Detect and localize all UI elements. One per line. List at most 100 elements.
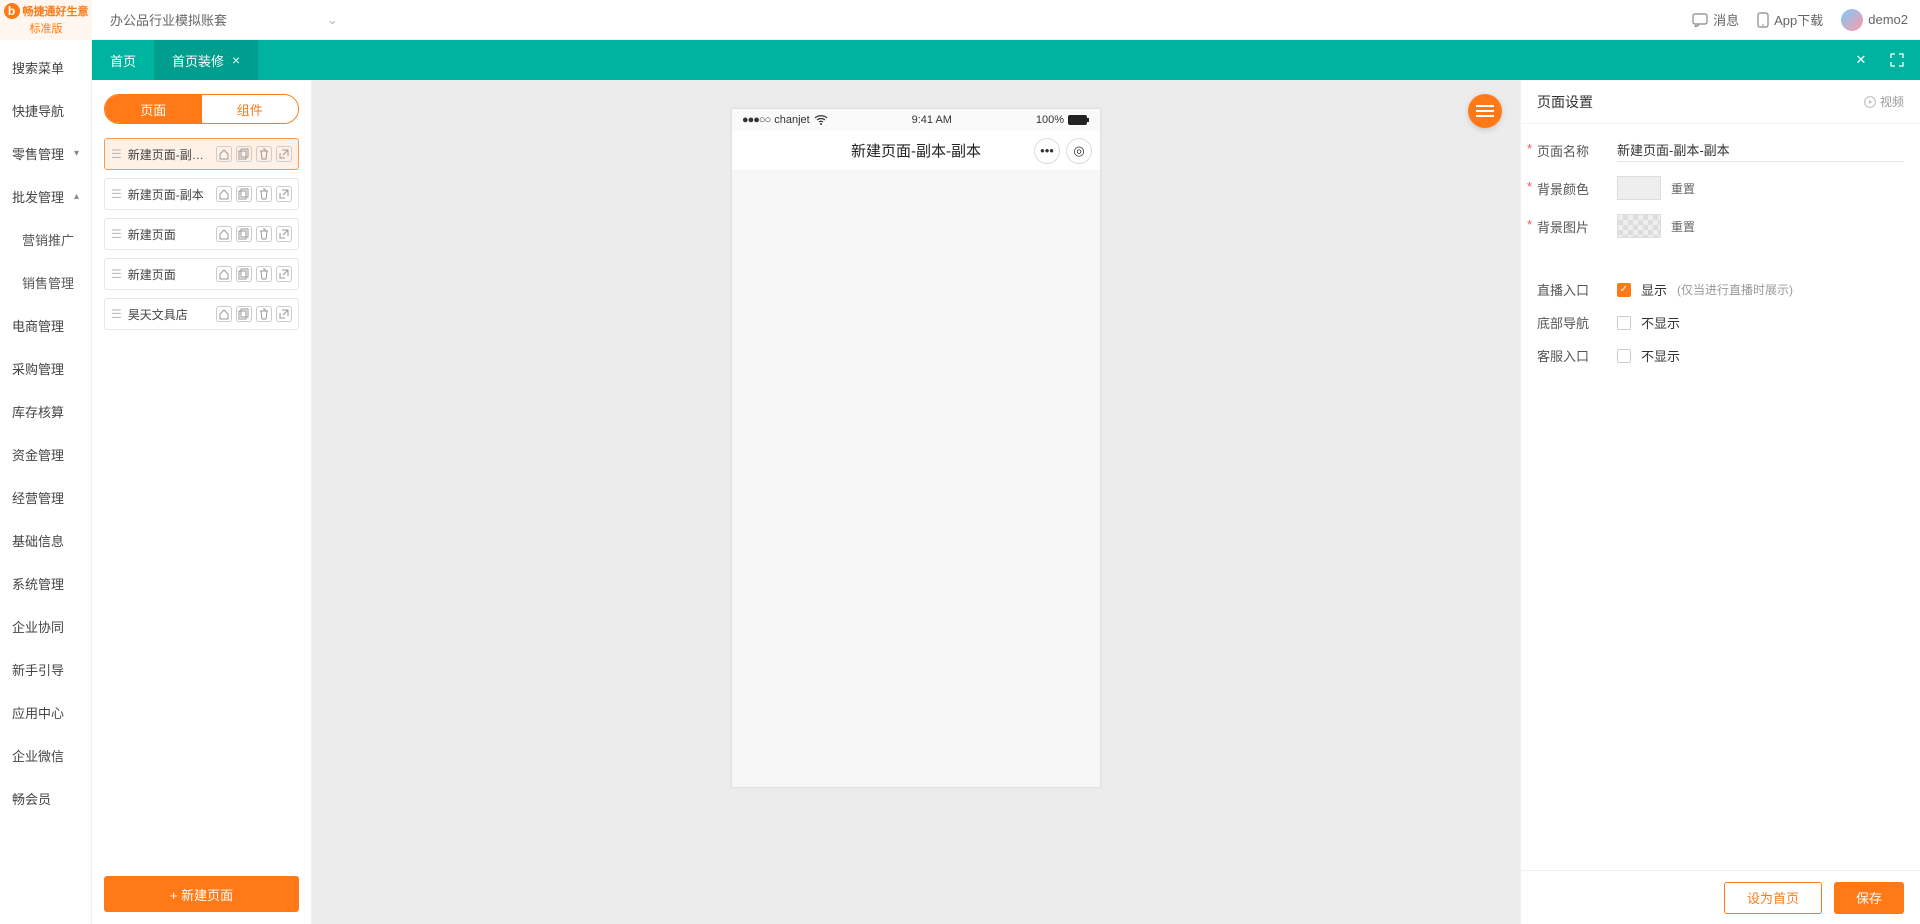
delete-icon[interactable] — [256, 186, 272, 202]
new-page-button[interactable]: + 新建页面 — [104, 876, 299, 912]
sidebar-item[interactable]: 电商管理 — [0, 304, 91, 347]
account-set-name: 办公品行业模拟账套 — [110, 10, 227, 29]
drag-handle-icon[interactable]: ☰ — [111, 267, 122, 281]
sidebar-item[interactable]: 畅会员 — [0, 777, 91, 820]
live-entry-checkbox[interactable]: ✓ — [1617, 283, 1631, 297]
external-link-icon[interactable] — [276, 186, 292, 202]
sidebar-item[interactable]: 营销推广 — [0, 218, 91, 261]
panel-toggle-button[interactable] — [1468, 94, 1502, 128]
video-help-button[interactable]: 视频 — [1864, 93, 1904, 110]
sidebar-item[interactable]: 零售管理▾ — [0, 132, 91, 175]
copy-icon[interactable] — [236, 266, 252, 282]
live-entry-hint: (仅当进行直播时展示) — [1677, 281, 1793, 298]
segment-page[interactable]: 页面 — [105, 95, 202, 123]
topbar-actions: 消息 App下载 demo2 — [1692, 9, 1908, 31]
external-link-icon[interactable] — [276, 306, 292, 322]
brand-name: 畅捷通好生意 — [23, 3, 89, 19]
bg-image-swatch[interactable] — [1617, 214, 1661, 238]
page-list-item[interactable]: ☰新建页面 — [104, 258, 299, 290]
sidebar-item[interactable]: 销售管理 — [0, 261, 91, 304]
sidebar-item-label: 基础信息 — [12, 531, 64, 550]
hamburger-icon — [1476, 110, 1494, 112]
sidebar-item[interactable]: 经营管理 — [0, 476, 91, 519]
phone-time: 9:41 AM — [912, 114, 952, 126]
page-list-item[interactable]: ☰新建页面-副本 — [104, 178, 299, 210]
copy-icon[interactable] — [236, 226, 252, 242]
sidebar-item[interactable]: 应用中心 — [0, 691, 91, 734]
drag-handle-icon[interactable]: ☰ — [111, 307, 122, 321]
phone-body — [732, 171, 1100, 787]
account-set-select[interactable]: 办公品行业模拟账套 ⌄ — [110, 10, 338, 29]
brand-edition: 标准版 — [30, 20, 63, 36]
phone-preview: ●●●○○ chanjet 9:41 AM 100% — [731, 108, 1101, 788]
settings-panel: 页面设置 视频 页面名称 背景颜色 — [1520, 80, 1920, 924]
page-list-item[interactable]: ☰新建页面 — [104, 218, 299, 250]
brand-logo[interactable]: b 畅捷通好生意 标准版 — [0, 0, 92, 40]
copy-icon[interactable] — [236, 306, 252, 322]
signal-dots-icon: ●●●○○ — [742, 114, 770, 126]
set-home-button[interactable]: 设为首页 — [1724, 882, 1822, 914]
miniapp-close-button[interactable]: ◎ — [1066, 138, 1092, 164]
sidebar-item[interactable]: 系统管理 — [0, 562, 91, 605]
sidebar-item[interactable]: 资金管理 — [0, 433, 91, 476]
bg-color-swatch[interactable] — [1617, 176, 1661, 200]
drag-handle-icon[interactable]: ☰ — [111, 227, 122, 241]
tab-label: 首页 — [110, 51, 136, 70]
sidebar-item[interactable]: 新手引导 — [0, 648, 91, 691]
save-button[interactable]: 保存 — [1834, 882, 1904, 914]
home-icon[interactable] — [216, 226, 232, 242]
sidebar-item[interactable]: 库存核算 — [0, 390, 91, 433]
bottom-nav-checkbox[interactable] — [1617, 316, 1631, 330]
delete-icon[interactable] — [256, 146, 272, 162]
sidebar-item-label: 营销推广 — [22, 230, 74, 249]
messages-label: 消息 — [1713, 10, 1739, 29]
home-icon[interactable] — [216, 146, 232, 162]
home-icon[interactable] — [216, 266, 232, 282]
delete-icon[interactable] — [256, 226, 272, 242]
tab-close-button[interactable]: ✕ — [1848, 47, 1874, 73]
avatar — [1841, 9, 1863, 31]
tab[interactable]: 首页 — [92, 40, 154, 80]
tab[interactable]: 首页装修× — [154, 40, 258, 80]
target-icon: ◎ — [1073, 143, 1084, 159]
fullscreen-button[interactable] — [1884, 47, 1910, 73]
page-list-item[interactable]: ☰ 昊天文具店 — [104, 298, 299, 330]
page-item-name: 昊天文具店 — [128, 306, 210, 323]
delete-icon[interactable] — [256, 306, 272, 322]
segment-component[interactable]: 组件 — [202, 95, 299, 123]
phone-title: 新建页面-副本-副本 — [851, 140, 981, 161]
drag-handle-icon[interactable]: ☰ — [111, 147, 122, 161]
sidebar-item[interactable]: 采购管理 — [0, 347, 91, 390]
delete-icon[interactable] — [256, 266, 272, 282]
service-entry-checkbox[interactable] — [1617, 349, 1631, 363]
external-link-icon[interactable] — [276, 226, 292, 242]
home-icon[interactable] — [216, 186, 232, 202]
sidebar-item[interactable]: 批发管理▴ — [0, 175, 91, 218]
drag-handle-icon[interactable]: ☰ — [111, 187, 122, 201]
external-link-icon[interactable] — [276, 146, 292, 162]
tab-close-icon[interactable]: × — [232, 52, 240, 68]
bg-image-reset-button[interactable]: 重置 — [1671, 218, 1695, 235]
sidebar-item[interactable]: 快捷导航 — [0, 89, 91, 132]
sidebar-item[interactable]: 企业协同 — [0, 605, 91, 648]
page-name-input[interactable] — [1617, 138, 1904, 162]
sidebar-item[interactable]: 搜索菜单 — [0, 46, 91, 89]
home-icon[interactable] — [216, 306, 232, 322]
fullscreen-icon — [1890, 53, 1904, 67]
page-list-item[interactable]: ☰新建页面-副本-... — [104, 138, 299, 170]
sidebar-item-label: 企业协同 — [12, 617, 64, 636]
copy-icon[interactable] — [236, 186, 252, 202]
messages-button[interactable]: 消息 — [1692, 10, 1739, 29]
bg-color-reset-button[interactable]: 重置 — [1671, 180, 1695, 197]
page-component-segment: 页面 组件 — [104, 94, 299, 124]
sidebar-item[interactable]: 企业微信 — [0, 734, 91, 777]
miniapp-menu-button[interactable]: ••• — [1034, 138, 1060, 164]
topbar: b 畅捷通好生意 标准版 办公品行业模拟账套 ⌄ 消息 App下载 demo2 — [0, 0, 1920, 40]
external-link-icon[interactable] — [276, 266, 292, 282]
user-menu[interactable]: demo2 — [1841, 9, 1908, 31]
app-download-button[interactable]: App下载 — [1757, 10, 1823, 29]
page-name-label: 页面名称 — [1537, 141, 1617, 160]
copy-icon[interactable] — [236, 146, 252, 162]
sidebar: 搜索菜单快捷导航零售管理▾批发管理▴ 营销推广销售管理电商管理采购管理库存核算资金… — [0, 40, 92, 924]
sidebar-item[interactable]: 基础信息 — [0, 519, 91, 562]
